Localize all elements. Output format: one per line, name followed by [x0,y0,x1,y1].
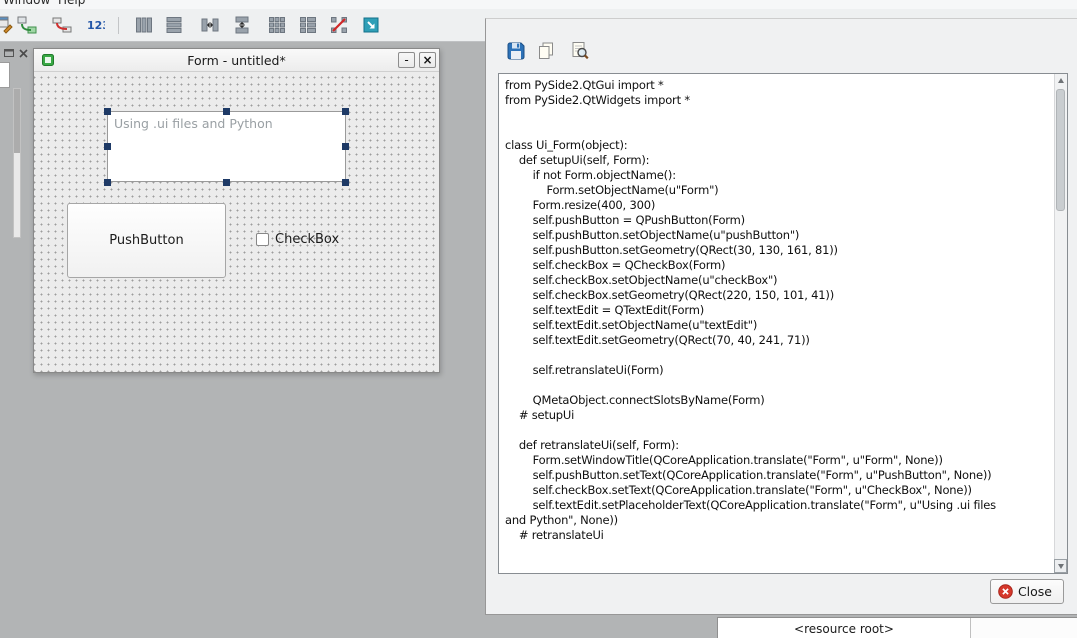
selection-handle-middle-right[interactable] [342,143,349,150]
edit-buddies-button[interactable] [49,12,75,38]
dock-scrollbar-thumb[interactable] [14,89,20,153]
layout-form-button[interactable] [295,12,321,38]
toolbar-separator [118,17,119,34]
copy-button[interactable] [533,38,558,63]
selection-handle-bottom-right[interactable] [342,179,349,186]
edit-buddies-icon [52,15,72,35]
form-window-titlebar[interactable]: Form - untitled* - × [34,49,439,72]
selection-handle-bottom-left[interactable] [104,179,111,186]
layout-splitter-horizontal-button[interactable] [197,12,223,38]
menubar: Window Help [0,0,1077,9]
generated-python-code[interactable]: from PySide2.QtGui import * from PySide2… [499,74,1054,573]
layout-horizontal-icon [134,15,154,35]
form-editor-window: Form - untitled* - × Using .ui files and… [33,48,440,373]
textedit-widget[interactable]: Using .ui files and Python [107,111,346,182]
layout-horizontal-button[interactable] [131,12,157,38]
break-layout-icon [329,15,349,35]
resource-root-item[interactable]: <resource root> [718,618,971,638]
selection-handle-top-right[interactable] [342,108,349,115]
resource-browser-panel: <resource root> [717,617,1077,638]
form-window-controls: - × [398,52,436,68]
adjust-size-icon [361,15,381,35]
textedit-placeholder: Using .ui files and Python [114,116,273,131]
scroll-down-icon [1058,564,1064,569]
close-circle-icon [998,584,1013,599]
find-icon [569,40,591,62]
selection-handle-bottom-middle[interactable] [223,179,230,186]
find-button[interactable] [567,38,592,63]
form-minimize-button[interactable]: - [398,52,415,68]
edit-widgets-icon [0,15,14,35]
layout-grid-button[interactable] [264,12,290,38]
dock-float-icon [3,47,15,59]
pushbutton-label: PushButton [109,233,183,248]
dock-close-button[interactable] [16,46,30,60]
pushbutton-widget[interactable]: PushButton [67,203,226,278]
form-close-button[interactable]: × [419,52,436,68]
menu-help[interactable]: Help [58,0,85,9]
dock-float-button[interactable] [2,46,16,60]
dock-close-icon [18,48,29,59]
edit-tab-order-icon: 123 [85,15,105,35]
checkbox-widget[interactable]: CheckBox [256,232,339,247]
selection-handle-middle-left[interactable] [104,143,111,150]
close-button[interactable]: Close [990,579,1064,604]
menu-window[interactable]: Window [3,0,50,9]
form-canvas[interactable]: Using .ui files and Python PushButton Ch… [34,72,439,372]
layout-vertical-icon [164,15,184,35]
edit-tab-order-button[interactable]: 123 [82,12,108,38]
code-scrollbar-thumb[interactable] [1056,89,1065,211]
scroll-up-icon[interactable] [1058,78,1064,83]
svg-text:123: 123 [87,19,105,32]
checkbox-indicator[interactable] [256,233,269,246]
copy-icon [535,40,557,62]
adjust-size-button[interactable] [358,12,384,38]
selection-handle-top-middle[interactable] [223,108,230,115]
edit-signals-slots-icon [17,15,37,35]
edit-signals-slots-button[interactable] [14,12,40,38]
layout-splitter-vertical-button[interactable] [229,12,255,38]
scroll-down-button[interactable] [1054,559,1067,573]
form-window-title: Form - untitled* [34,53,439,68]
break-layout-button[interactable] [326,12,352,38]
dock-scrollbar[interactable] [13,88,21,238]
layout-splitter-vertical-icon [232,15,252,35]
checkbox-label: CheckBox [275,232,339,247]
layout-grid-icon [267,15,287,35]
layout-vertical-button[interactable] [161,12,187,38]
layout-form-icon [298,15,318,35]
selection-handle-top-left[interactable] [104,108,111,115]
close-button-label: Close [1018,584,1052,599]
code-preview-dialog: from PySide2.QtGui import * from PySide2… [485,18,1077,615]
dock-filter-field[interactable] [0,62,10,88]
layout-splitter-horizontal-icon [200,15,220,35]
code-viewer[interactable]: from PySide2.QtGui import * from PySide2… [498,73,1068,574]
save-icon [505,40,527,62]
save-button[interactable] [503,38,528,63]
qt-designer-screen: Window Help 1 [0,0,1077,638]
code-scrollbar[interactable] [1054,74,1067,573]
